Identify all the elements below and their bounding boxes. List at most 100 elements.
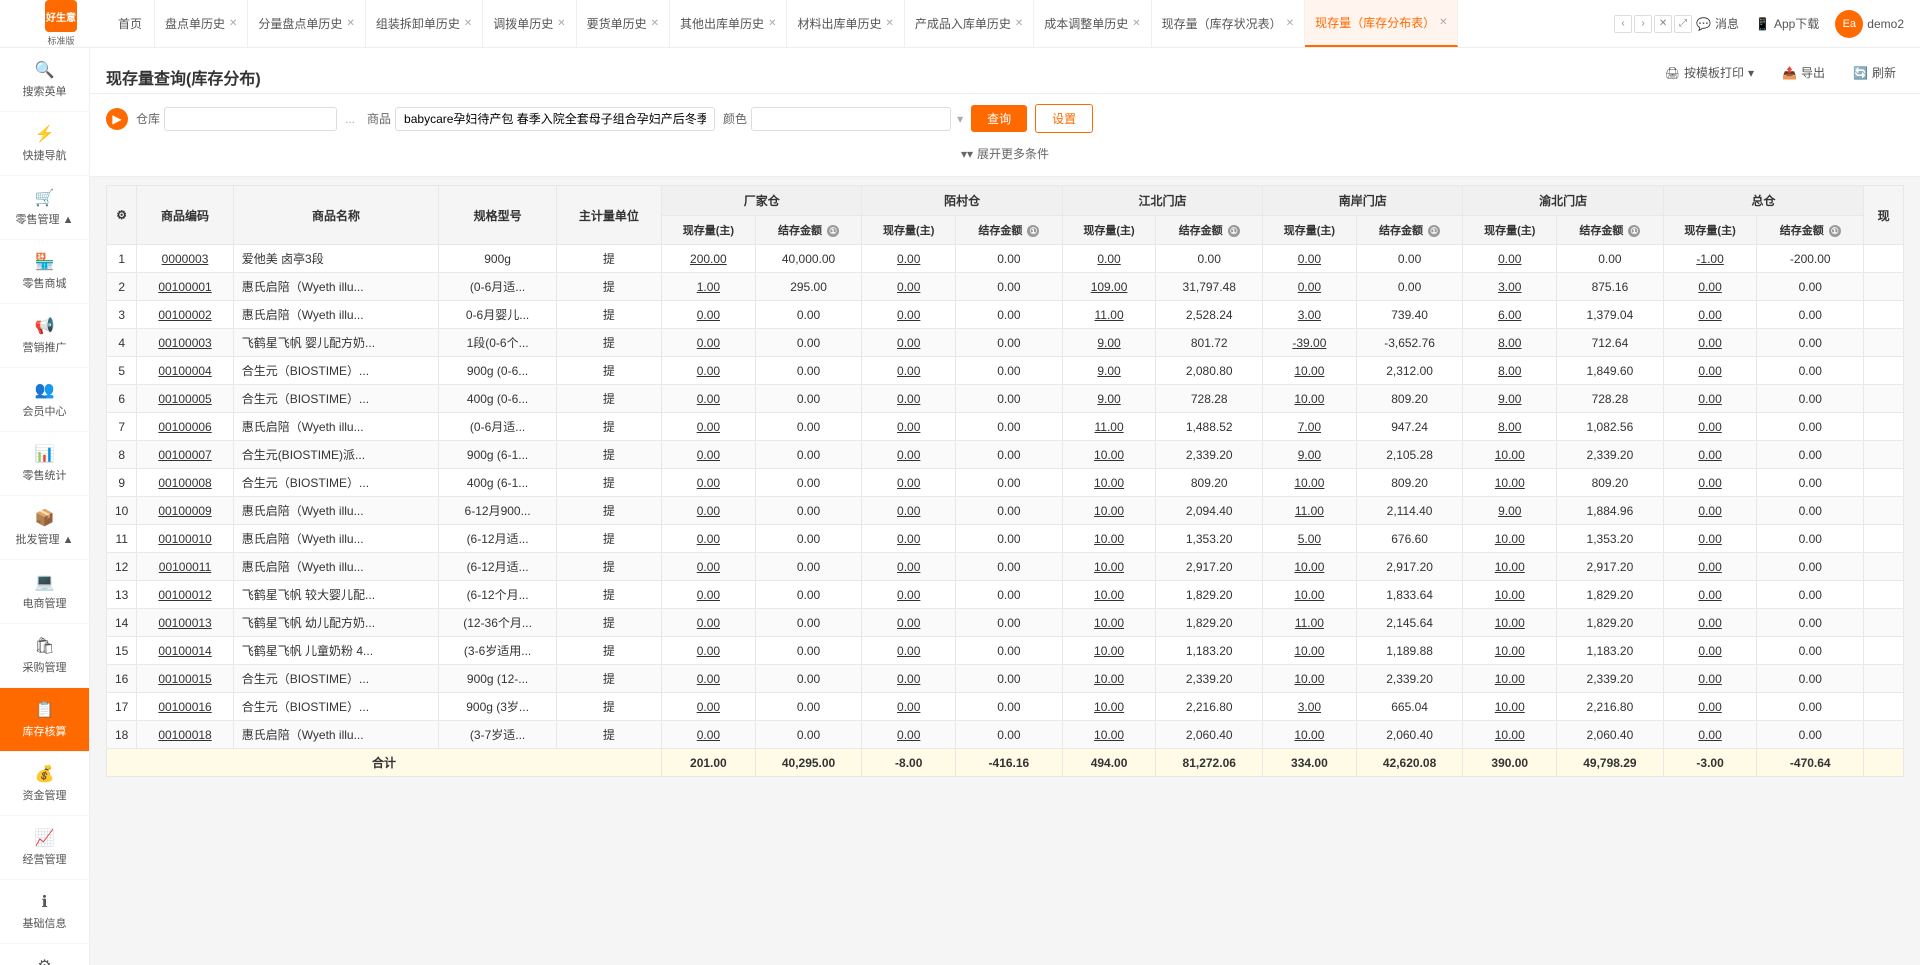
nav-tab[interactable]: 盘点单历史✕ xyxy=(155,0,248,47)
row-c2-qty[interactable]: 0.00 xyxy=(862,441,956,469)
row-c1-qty[interactable]: 0.00 xyxy=(662,525,756,553)
row-total-qty[interactable]: 0.00 xyxy=(1663,525,1757,553)
row-code[interactable]: 00100006 xyxy=(137,413,233,441)
row-c2-qty[interactable]: 0.00 xyxy=(862,497,956,525)
sidebar-item-搜索英单[interactable]: 🔍搜索英单 xyxy=(0,48,89,112)
row-code[interactable]: 00100016 xyxy=(137,693,233,721)
c5-info-icon[interactable]: ① xyxy=(1628,225,1640,237)
refresh-btn[interactable]: 🔄 刷新 xyxy=(1845,60,1904,85)
row-c4-qty[interactable]: 7.00 xyxy=(1263,413,1357,441)
row-c1-qty[interactable]: 0.00 xyxy=(662,581,756,609)
row-c1-qty[interactable]: 0.00 xyxy=(662,385,756,413)
nav-tab[interactable]: 调拨单历史✕ xyxy=(483,0,576,47)
tab-close-btn[interactable]: ✕ xyxy=(464,18,472,29)
sidebar-item-批发管理[interactable]: 📦批发管理 ▲ xyxy=(0,496,89,560)
row-c2-qty[interactable]: 0.00 xyxy=(862,469,956,497)
sidebar-item-基础信息[interactable]: ℹ基础信息 xyxy=(0,880,89,944)
row-c2-qty[interactable]: 0.00 xyxy=(862,413,956,441)
row-c2-qty[interactable]: 0.00 xyxy=(862,385,956,413)
nav-tab[interactable]: 组装拆卸单历史✕ xyxy=(366,0,483,47)
row-c4-qty[interactable]: 10.00 xyxy=(1263,357,1357,385)
sidebar-item-零售商城[interactable]: 🏪零售商城 xyxy=(0,240,89,304)
print-btn[interactable]: 🖨 按模板打印 ▾ xyxy=(1657,60,1762,85)
row-total-qty[interactable]: 0.00 xyxy=(1663,609,1757,637)
row-c3-qty[interactable]: 0.00 xyxy=(1062,245,1156,273)
nav-tab[interactable]: 材料出库单历史✕ xyxy=(787,0,904,47)
expand-conditions[interactable]: ▾▾ 展开更多条件 xyxy=(106,141,1904,166)
tab-close-btn[interactable]: ✕ xyxy=(768,18,776,29)
c3-info-icon[interactable]: ① xyxy=(1228,225,1240,237)
row-c4-qty[interactable]: 9.00 xyxy=(1263,441,1357,469)
row-c1-qty[interactable]: 0.00 xyxy=(662,413,756,441)
c1-info-icon[interactable]: ① xyxy=(827,225,839,237)
row-c1-qty[interactable]: 0.00 xyxy=(662,357,756,385)
row-total-qty[interactable]: 0.00 xyxy=(1663,301,1757,329)
c4-info-icon[interactable]: ① xyxy=(1428,225,1440,237)
row-c4-qty[interactable]: 11.00 xyxy=(1263,497,1357,525)
row-c5-qty[interactable]: 10.00 xyxy=(1463,665,1557,693)
th-settings[interactable]: ⚙ xyxy=(107,186,137,245)
user-item[interactable]: Ea demo2 xyxy=(1835,10,1904,38)
nav-tab[interactable]: 产成品入库单历史✕ xyxy=(905,0,1034,47)
tab-close-arrow[interactable]: ✕ xyxy=(1654,15,1672,33)
row-c3-qty[interactable]: 10.00 xyxy=(1062,497,1156,525)
row-c3-qty[interactable]: 10.00 xyxy=(1062,665,1156,693)
row-code[interactable]: 00100007 xyxy=(137,441,233,469)
row-c1-qty[interactable]: 0.00 xyxy=(662,693,756,721)
row-c5-qty[interactable]: 10.00 xyxy=(1463,581,1557,609)
row-c4-qty[interactable]: 10.00 xyxy=(1263,553,1357,581)
tab-close-btn[interactable]: ✕ xyxy=(1015,18,1023,29)
row-c3-qty[interactable]: 9.00 xyxy=(1062,385,1156,413)
tab-close-btn[interactable]: ✕ xyxy=(557,18,565,29)
row-total-qty[interactable]: 0.00 xyxy=(1663,357,1757,385)
row-code[interactable]: 00100002 xyxy=(137,301,233,329)
row-c4-qty[interactable]: 11.00 xyxy=(1263,609,1357,637)
row-c4-qty[interactable]: 0.00 xyxy=(1263,273,1357,301)
row-code[interactable]: 00100013 xyxy=(137,609,233,637)
row-c4-qty[interactable]: 3.00 xyxy=(1263,693,1357,721)
row-c3-qty[interactable]: 9.00 xyxy=(1062,357,1156,385)
row-c4-qty[interactable]: -39.00 xyxy=(1263,329,1357,357)
row-c5-qty[interactable]: 6.00 xyxy=(1463,301,1557,329)
row-code[interactable]: 00100009 xyxy=(137,497,233,525)
row-code[interactable]: 00100005 xyxy=(137,385,233,413)
nav-home-tab[interactable]: 首页 xyxy=(106,0,155,47)
row-c5-qty[interactable]: 0.00 xyxy=(1463,245,1557,273)
tab-close-btn[interactable]: ✕ xyxy=(346,18,354,29)
sidebar-item-零售管理[interactable]: 🛒零售管理 ▲ xyxy=(0,176,89,240)
total-info-icon[interactable]: ① xyxy=(1829,225,1841,237)
row-c1-qty[interactable]: 0.00 xyxy=(662,609,756,637)
row-c1-qty[interactable]: 0.00 xyxy=(662,637,756,665)
sidebar-item-经营管理[interactable]: 📈经营管理 xyxy=(0,816,89,880)
row-c4-qty[interactable]: 10.00 xyxy=(1263,385,1357,413)
row-c2-qty[interactable]: 0.00 xyxy=(862,245,956,273)
row-c5-qty[interactable]: 10.00 xyxy=(1463,609,1557,637)
nav-tab[interactable]: 成本调整单历史✕ xyxy=(1034,0,1151,47)
row-c4-qty[interactable]: 10.00 xyxy=(1263,721,1357,749)
row-c5-qty[interactable]: 3.00 xyxy=(1463,273,1557,301)
row-code[interactable]: 00100012 xyxy=(137,581,233,609)
row-c3-qty[interactable]: 11.00 xyxy=(1062,301,1156,329)
row-total-qty[interactable]: 0.00 xyxy=(1663,385,1757,413)
tab-next-arrow[interactable]: › xyxy=(1634,15,1652,33)
row-c5-qty[interactable]: 10.00 xyxy=(1463,721,1557,749)
message-item[interactable]: 💬 消息 xyxy=(1696,15,1739,32)
row-code[interactable]: 00100014 xyxy=(137,637,233,665)
nav-tab[interactable]: 其他出库单历史✕ xyxy=(670,0,787,47)
row-c1-qty[interactable]: 1.00 xyxy=(662,273,756,301)
row-c2-qty[interactable]: 0.00 xyxy=(862,721,956,749)
row-total-qty[interactable]: 0.00 xyxy=(1663,553,1757,581)
row-c2-qty[interactable]: 0.00 xyxy=(862,301,956,329)
row-c1-qty[interactable]: 0.00 xyxy=(662,469,756,497)
warehouse-input[interactable] xyxy=(164,107,337,131)
tab-close-btn[interactable]: ✕ xyxy=(1132,18,1140,29)
row-c3-qty[interactable]: 10.00 xyxy=(1062,553,1156,581)
row-code[interactable]: 00100018 xyxy=(137,721,233,749)
row-c3-qty[interactable]: 10.00 xyxy=(1062,693,1156,721)
tab-close-btn[interactable]: ✕ xyxy=(885,18,893,29)
row-c4-qty[interactable]: 3.00 xyxy=(1263,301,1357,329)
row-c1-qty[interactable]: 200.00 xyxy=(662,245,756,273)
row-c3-qty[interactable]: 10.00 xyxy=(1062,609,1156,637)
row-c2-qty[interactable]: 0.00 xyxy=(862,329,956,357)
row-c3-qty[interactable]: 10.00 xyxy=(1062,469,1156,497)
